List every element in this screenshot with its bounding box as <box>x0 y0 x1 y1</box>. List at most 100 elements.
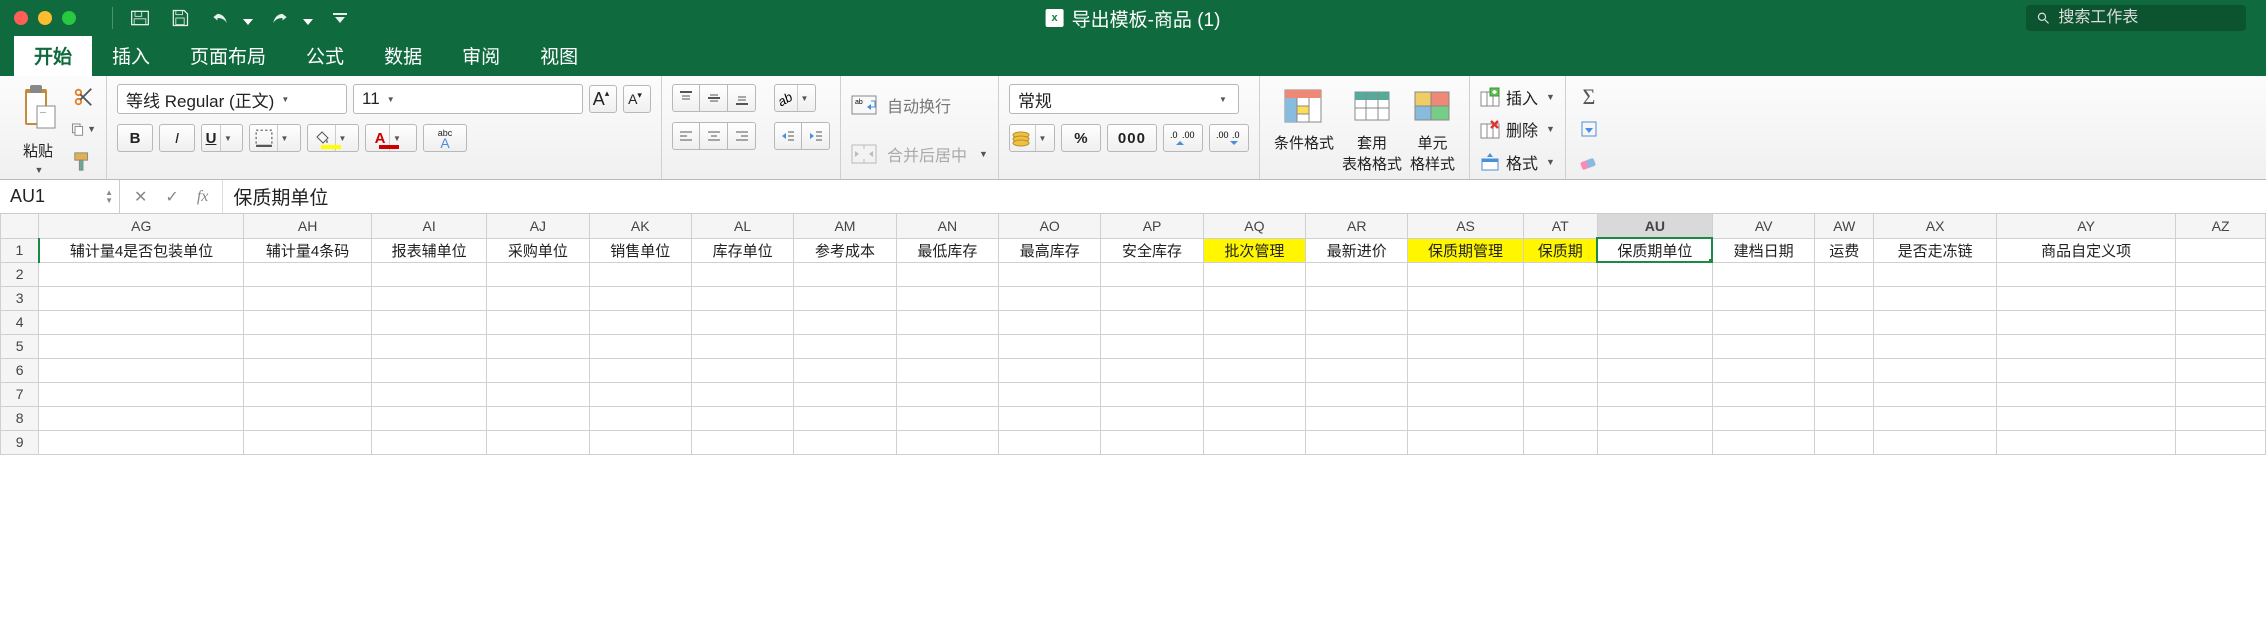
cell-AZ1[interactable] <box>2176 238 2266 262</box>
cell-AM7[interactable] <box>794 382 896 406</box>
minimize-window[interactable] <box>38 11 52 25</box>
cell-AQ1[interactable]: 批次管理 <box>1203 238 1305 262</box>
cell-AG8[interactable] <box>39 406 244 430</box>
cell-AQ7[interactable] <box>1203 382 1305 406</box>
phonetic-button[interactable]: abcA <box>423 124 467 152</box>
cell-AU1[interactable]: 保质期单位 <box>1597 238 1712 262</box>
column-header-AT[interactable]: AT <box>1523 214 1597 238</box>
cell-AR4[interactable] <box>1306 310 1408 334</box>
column-header-AK[interactable]: AK <box>589 214 691 238</box>
cell-AZ2[interactable] <box>2176 262 2266 286</box>
autosave-toggle-icon[interactable] <box>127 5 153 31</box>
cell-AJ8[interactable] <box>487 406 589 430</box>
namebox-down[interactable]: ▼ <box>105 197 113 205</box>
cell-AP4[interactable] <box>1101 310 1203 334</box>
cell-AT4[interactable] <box>1523 310 1597 334</box>
cell-AT7[interactable] <box>1523 382 1597 406</box>
cell-AV5[interactable] <box>1712 334 1814 358</box>
cell-AP3[interactable] <box>1101 286 1203 310</box>
row-header-4[interactable]: 4 <box>1 310 39 334</box>
cell-AL3[interactable] <box>691 286 793 310</box>
cell-AY7[interactable] <box>1997 382 2176 406</box>
cell-AR3[interactable] <box>1306 286 1408 310</box>
cell-AP1[interactable]: 安全库存 <box>1101 238 1203 262</box>
conditional-format-button[interactable]: 条件格式 <box>1270 84 1338 175</box>
decrease-decimal-button[interactable]: .00.0 <box>1209 124 1249 152</box>
tab-data[interactable]: 数据 <box>364 34 442 76</box>
cell-AI4[interactable] <box>372 310 487 334</box>
cell-AY8[interactable] <box>1997 406 2176 430</box>
cell-AK5[interactable] <box>589 334 691 358</box>
cell-AO7[interactable] <box>999 382 1101 406</box>
align-top-button[interactable] <box>672 84 700 112</box>
cell-AM4[interactable] <box>794 310 896 334</box>
redo-dropdown-icon[interactable] <box>303 19 313 25</box>
search-sheet[interactable] <box>2026 5 2246 31</box>
cell-AN3[interactable] <box>896 286 998 310</box>
cancel-formula-button[interactable]: ✕ <box>134 187 147 207</box>
cell-AL7[interactable] <box>691 382 793 406</box>
cell-AL8[interactable] <box>691 406 793 430</box>
cell-AW5[interactable] <box>1815 334 1874 358</box>
wrap-text-button[interactable]: ab 自动换行 <box>851 93 988 117</box>
cell-AM6[interactable] <box>794 358 896 382</box>
column-header-AO[interactable]: AO <box>999 214 1101 238</box>
cell-AZ8[interactable] <box>2176 406 2266 430</box>
cell-AK4[interactable] <box>589 310 691 334</box>
cell-AL1[interactable]: 库存单位 <box>691 238 793 262</box>
column-header-AX[interactable]: AX <box>1874 214 1997 238</box>
cell-AI1[interactable]: 报表辅单位 <box>372 238 487 262</box>
comma-button[interactable]: 000 <box>1107 124 1157 152</box>
undo-dropdown-icon[interactable] <box>243 19 253 25</box>
cell-AX1[interactable]: 是否走冻链 <box>1874 238 1997 262</box>
cell-AL4[interactable] <box>691 310 793 334</box>
table-format-button[interactable]: 套用 表格格式 <box>1338 84 1406 175</box>
close-window[interactable] <box>14 11 28 25</box>
cell-AO4[interactable] <box>999 310 1101 334</box>
italic-button[interactable]: I <box>159 124 195 152</box>
row-header-5[interactable]: 5 <box>1 334 39 358</box>
column-header-AM[interactable]: AM <box>794 214 896 238</box>
cell-AM9[interactable] <box>794 430 896 454</box>
cell-AM8[interactable] <box>794 406 896 430</box>
column-header-AN[interactable]: AN <box>896 214 998 238</box>
cell-AT3[interactable] <box>1523 286 1597 310</box>
delete-cells-button[interactable]: 删除▼ <box>1480 117 1555 141</box>
cell-AH1[interactable]: 辅计量4条码 <box>244 238 372 262</box>
cell-AR2[interactable] <box>1306 262 1408 286</box>
cell-AT5[interactable] <box>1523 334 1597 358</box>
column-header-AY[interactable]: AY <box>1997 214 2176 238</box>
cell-AN4[interactable] <box>896 310 998 334</box>
format-cells-button[interactable]: 格式▼ <box>1480 150 1555 174</box>
percent-button[interactable]: % <box>1061 124 1101 152</box>
enter-formula-button[interactable]: ✓ <box>165 187 178 207</box>
cell-AO5[interactable] <box>999 334 1101 358</box>
cell-AU6[interactable] <box>1597 358 1712 382</box>
cell-AH9[interactable] <box>244 430 372 454</box>
cell-AO2[interactable] <box>999 262 1101 286</box>
cell-AW3[interactable] <box>1815 286 1874 310</box>
cell-AU7[interactable] <box>1597 382 1712 406</box>
cell-AY6[interactable] <box>1997 358 2176 382</box>
cell-AG9[interactable] <box>39 430 244 454</box>
customize-qat-icon[interactable] <box>327 5 353 31</box>
cell-AW8[interactable] <box>1815 406 1874 430</box>
increase-font-button[interactable]: A▴ <box>589 85 617 113</box>
cell-AO3[interactable] <box>999 286 1101 310</box>
cell-AV8[interactable] <box>1712 406 1814 430</box>
font-family-select[interactable]: 等线 Regular (正文)▼ <box>117 84 347 114</box>
bold-button[interactable]: B <box>117 124 153 152</box>
column-header-AU[interactable]: AU <box>1597 214 1712 238</box>
cell-AR7[interactable] <box>1306 382 1408 406</box>
cell-AJ7[interactable] <box>487 382 589 406</box>
cell-AK9[interactable] <box>589 430 691 454</box>
tab-insert[interactable]: 插入 <box>92 34 170 76</box>
tab-page-layout[interactable]: 页面布局 <box>170 34 286 76</box>
cell-AK8[interactable] <box>589 406 691 430</box>
cell-AM3[interactable] <box>794 286 896 310</box>
cell-AU3[interactable] <box>1597 286 1712 310</box>
column-header-AQ[interactable]: AQ <box>1203 214 1305 238</box>
cell-AP9[interactable] <box>1101 430 1203 454</box>
cell-AV1[interactable]: 建档日期 <box>1712 238 1814 262</box>
column-header-AP[interactable]: AP <box>1101 214 1203 238</box>
